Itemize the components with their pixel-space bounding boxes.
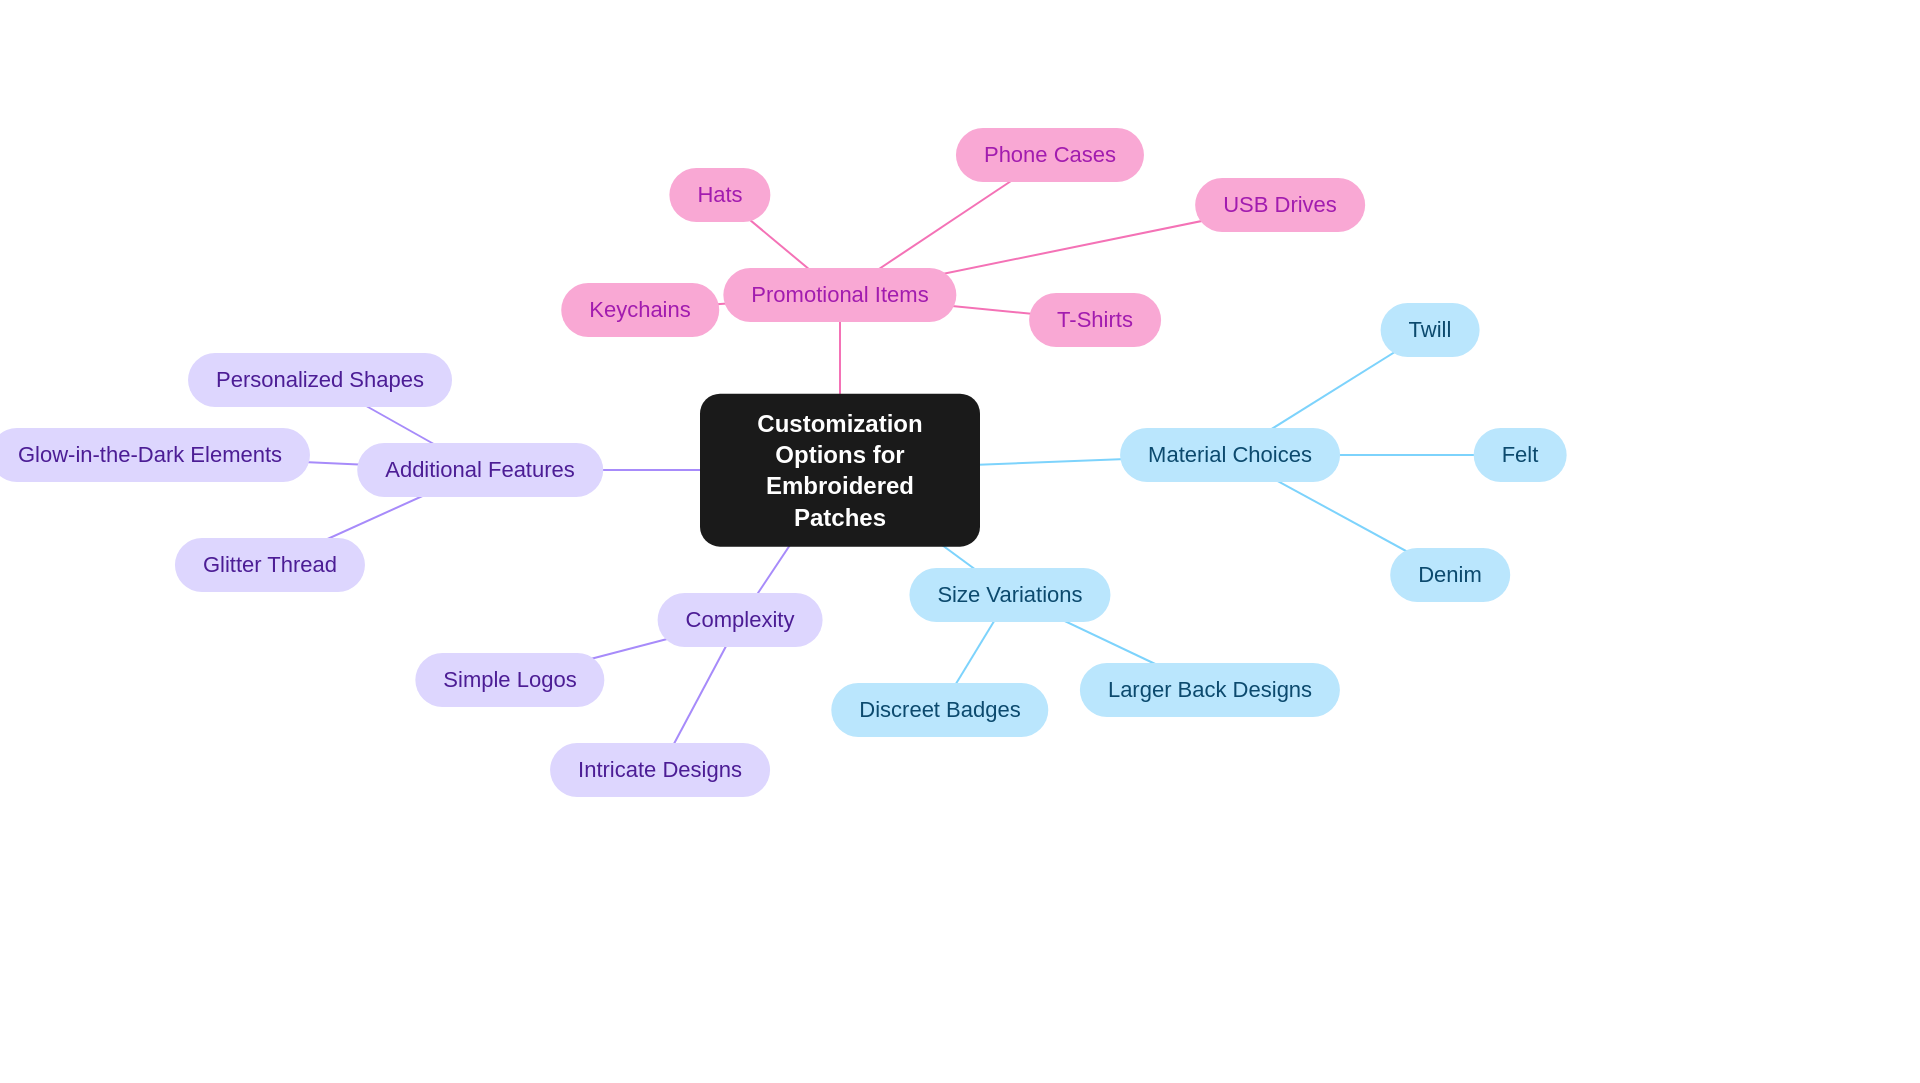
- node-glowInTheDark[interactable]: Glow-in-the-Dark Elements: [0, 428, 310, 482]
- node-intricateDesigns[interactable]: Intricate Designs: [550, 743, 770, 797]
- node-glitterThread[interactable]: Glitter Thread: [175, 538, 365, 592]
- node-additionalFeatures[interactable]: Additional Features: [357, 443, 603, 497]
- node-hats[interactable]: Hats: [669, 168, 770, 222]
- node-felt[interactable]: Felt: [1474, 428, 1567, 482]
- node-simpleLogos[interactable]: Simple Logos: [415, 653, 604, 707]
- center-node: Customization Options for Embroidered Pa…: [700, 394, 980, 547]
- node-promotionalItems[interactable]: Promotional Items: [723, 268, 956, 322]
- node-phoneCases[interactable]: Phone Cases: [956, 128, 1144, 182]
- node-sizeVariations[interactable]: Size Variations: [909, 568, 1110, 622]
- node-largerBackDesigns[interactable]: Larger Back Designs: [1080, 663, 1340, 717]
- node-complexity[interactable]: Complexity: [658, 593, 823, 647]
- node-discreetBadges[interactable]: Discreet Badges: [831, 683, 1048, 737]
- node-tShirts[interactable]: T-Shirts: [1029, 293, 1161, 347]
- node-personalizedShapes[interactable]: Personalized Shapes: [188, 353, 452, 407]
- node-denim[interactable]: Denim: [1390, 548, 1510, 602]
- node-twill[interactable]: Twill: [1381, 303, 1480, 357]
- node-materialChoices[interactable]: Material Choices: [1120, 428, 1340, 482]
- mindmap-canvas: Customization Options for Embroidered Pa…: [0, 0, 1920, 1083]
- node-usbDrives[interactable]: USB Drives: [1195, 178, 1365, 232]
- node-keychains[interactable]: Keychains: [561, 283, 719, 337]
